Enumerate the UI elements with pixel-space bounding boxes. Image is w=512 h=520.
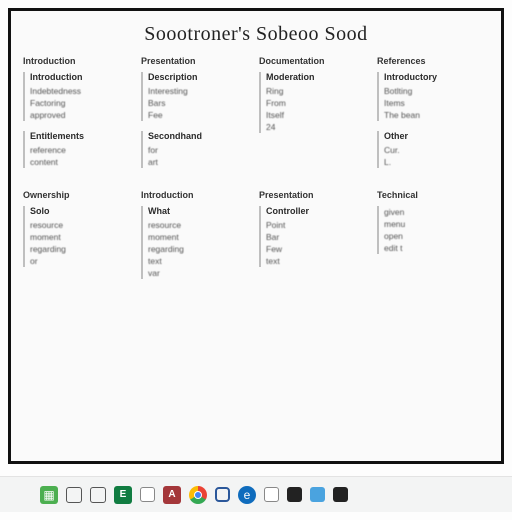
col-top-3: References Introductory Botlting Items T… bbox=[377, 56, 489, 178]
page-title: Soootroner's Sobeoo Sood bbox=[19, 23, 493, 46]
item: L. bbox=[384, 156, 489, 168]
item: Bar bbox=[266, 231, 371, 243]
item: Few bbox=[266, 243, 371, 255]
item: Interesting bbox=[148, 85, 253, 97]
block: given menu open edit t bbox=[377, 206, 489, 254]
item: reference bbox=[30, 144, 135, 156]
block: Moderation Ring From Itself 24 bbox=[259, 72, 371, 133]
sky-icon[interactable] bbox=[310, 487, 325, 502]
item: given bbox=[384, 206, 489, 218]
block: Controller Point Bar Few text bbox=[259, 206, 371, 267]
block-title: Moderation bbox=[266, 72, 371, 82]
item: Itself bbox=[266, 109, 371, 121]
item: Fee bbox=[148, 109, 253, 121]
item: Botlting bbox=[384, 85, 489, 97]
block-title: Secondhand bbox=[148, 131, 253, 141]
item: 24 bbox=[266, 121, 371, 133]
block: Secondhand for art bbox=[141, 131, 253, 168]
block: Introduction Indebtedness Factoring appr… bbox=[23, 72, 135, 121]
block-title: Description bbox=[148, 72, 253, 82]
item: regarding bbox=[148, 243, 253, 255]
col-bot-3: Technical given menu open edit t bbox=[377, 190, 489, 289]
item: Factoring bbox=[30, 97, 135, 109]
col-head: Introduction bbox=[141, 190, 253, 200]
content-grid: Introduction Introduction Indebtedness F… bbox=[19, 56, 493, 289]
col-bot-1: Introduction What resource moment regard… bbox=[141, 190, 253, 289]
col-head: Presentation bbox=[141, 56, 253, 66]
item: resource bbox=[30, 219, 135, 231]
item: open bbox=[384, 230, 489, 242]
item: menu bbox=[384, 218, 489, 230]
col-head: Documentation bbox=[259, 56, 371, 66]
document-frame: Soootroner's Sobeoo Sood Introduction In… bbox=[8, 8, 504, 464]
item: Indebtedness bbox=[30, 85, 135, 97]
item: regarding bbox=[30, 243, 135, 255]
teams-icon[interactable] bbox=[90, 487, 106, 503]
file-icon[interactable] bbox=[264, 487, 279, 502]
col-bot-2: Presentation Controller Point Bar Few te… bbox=[259, 190, 371, 289]
apps-icon[interactable]: ▦ bbox=[40, 486, 58, 504]
block-title: Entitlements bbox=[30, 131, 135, 141]
item: content bbox=[30, 156, 135, 168]
item: The bean bbox=[384, 109, 489, 121]
item: text bbox=[266, 255, 371, 267]
block: Description Interesting Bars Fee bbox=[141, 72, 253, 121]
item: or bbox=[30, 255, 135, 267]
item: Items bbox=[384, 97, 489, 109]
item: var bbox=[148, 267, 253, 279]
store-icon[interactable] bbox=[66, 487, 82, 503]
col-head: Presentation bbox=[259, 190, 371, 200]
block: What resource moment regarding text var bbox=[141, 206, 253, 279]
item: text bbox=[148, 255, 253, 267]
block: Solo resource moment regarding or bbox=[23, 206, 135, 267]
block: Other Cur. L. bbox=[377, 131, 489, 168]
block-title: Introduction bbox=[30, 72, 135, 82]
item: From bbox=[266, 97, 371, 109]
col-bot-0: Ownership Solo resource moment regarding… bbox=[23, 190, 135, 289]
note-icon[interactable] bbox=[287, 487, 302, 502]
col-head: Ownership bbox=[23, 190, 135, 200]
item: moment bbox=[30, 231, 135, 243]
item: resource bbox=[148, 219, 253, 231]
edge-icon[interactable]: e bbox=[238, 486, 256, 504]
item: Bars bbox=[148, 97, 253, 109]
block: Introductory Botlting Items The bean bbox=[377, 72, 489, 121]
col-top-2: Documentation Moderation Ring From Itsel… bbox=[259, 56, 371, 178]
col-head: Introduction bbox=[23, 56, 135, 66]
excel-icon[interactable]: E bbox=[114, 486, 132, 504]
chrome-icon[interactable] bbox=[189, 486, 207, 504]
item: for bbox=[148, 144, 253, 156]
block-title: Controller bbox=[266, 206, 371, 216]
col-head: Technical bbox=[377, 190, 489, 200]
block-title: What bbox=[148, 206, 253, 216]
block: Entitlements reference content bbox=[23, 131, 135, 168]
app-icon[interactable] bbox=[140, 487, 155, 502]
item: Ring bbox=[266, 85, 371, 97]
block-title: Introductory bbox=[384, 72, 489, 82]
col-head: References bbox=[377, 56, 489, 66]
item: moment bbox=[148, 231, 253, 243]
item: Point bbox=[266, 219, 371, 231]
item: Cur. bbox=[384, 144, 489, 156]
access-icon[interactable]: A bbox=[163, 486, 181, 504]
taskbar: ▦ E A e bbox=[0, 476, 512, 512]
block-title: Solo bbox=[30, 206, 135, 216]
item: approved bbox=[30, 109, 135, 121]
more-icon[interactable] bbox=[333, 487, 348, 502]
col-top-0: Introduction Introduction Indebtedness F… bbox=[23, 56, 135, 178]
item: edit t bbox=[384, 242, 489, 254]
block-title: Other bbox=[384, 131, 489, 141]
col-top-1: Presentation Description Interesting Bar… bbox=[141, 56, 253, 178]
item: art bbox=[148, 156, 253, 168]
outlook-icon[interactable] bbox=[215, 487, 230, 502]
